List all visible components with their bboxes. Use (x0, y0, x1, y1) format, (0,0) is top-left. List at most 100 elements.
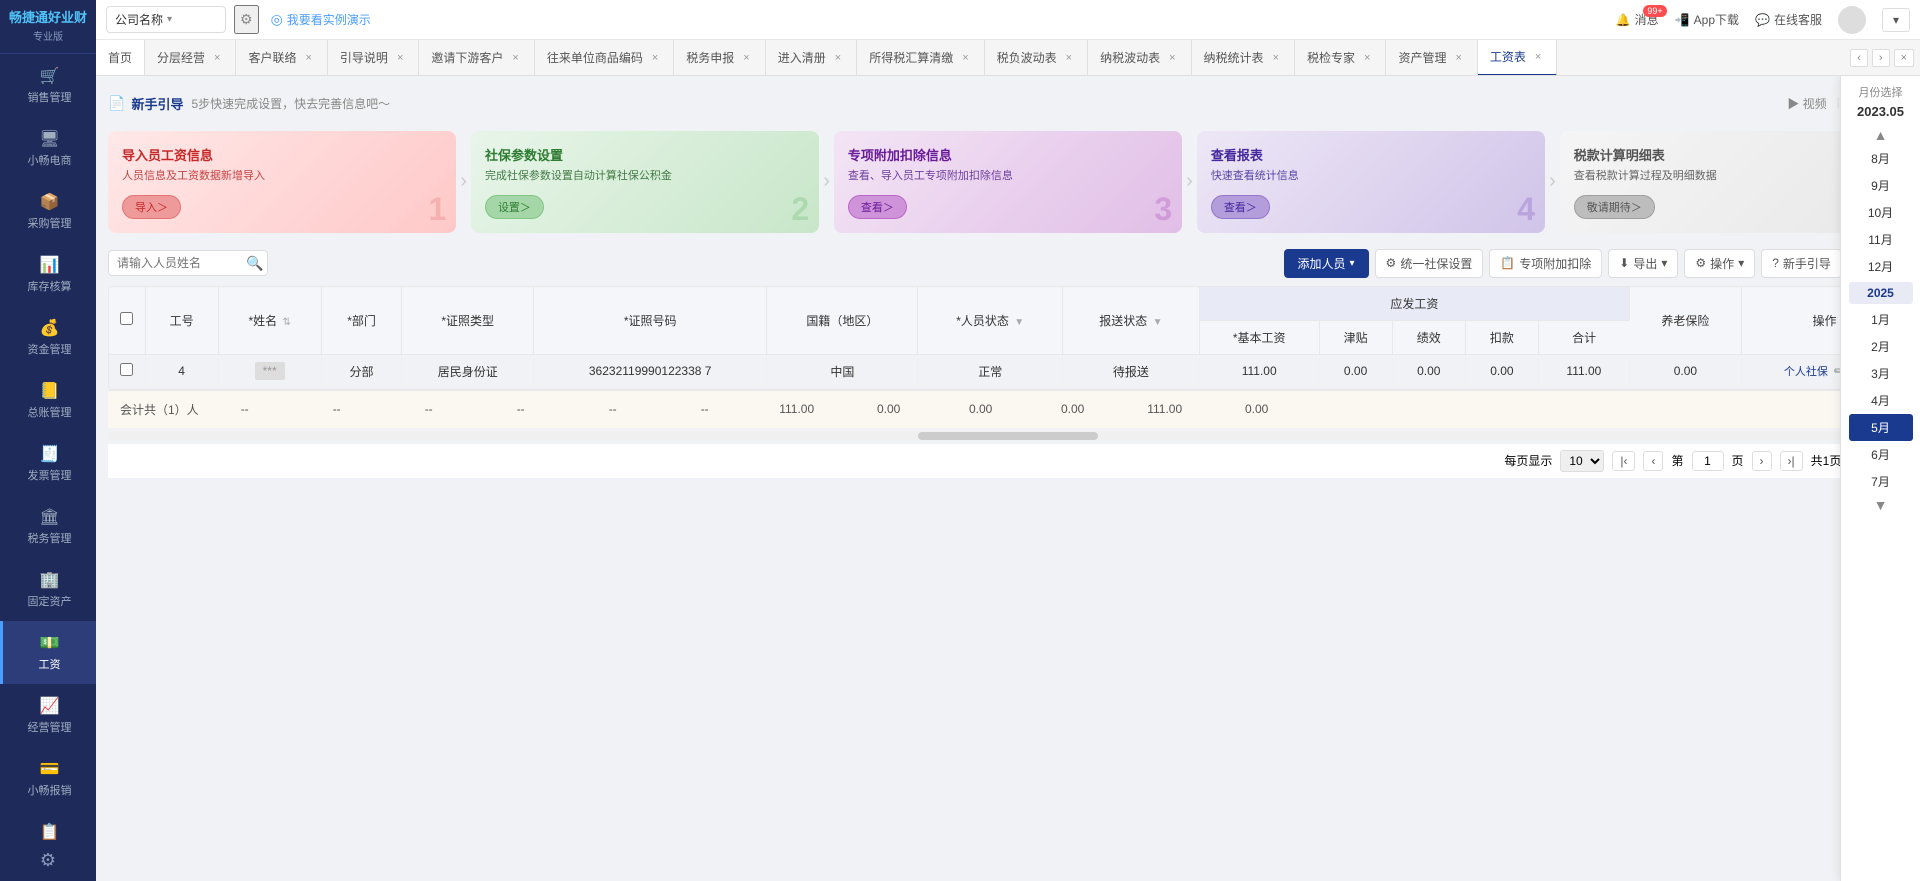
tab-clear-close[interactable]: × (832, 51, 844, 65)
tab-tax-expert[interactable]: 税检专家 × (1295, 40, 1386, 76)
tab-tax-count-close[interactable]: × (1270, 51, 1282, 65)
invoice-icon: 🧾 (11, 444, 88, 464)
month-item-7[interactable]: 7月 (1849, 468, 1913, 495)
month-scroll-up-button[interactable]: ▲ (1872, 125, 1890, 145)
sidebar-item-invoice[interactable]: 🧾 发票管理 (0, 432, 96, 495)
user-menu-button[interactable]: ▾ (1882, 8, 1910, 32)
user-avatar[interactable] (1838, 6, 1866, 34)
month-item-8[interactable]: 8月 (1849, 145, 1913, 172)
next-page-button[interactable]: › (1752, 451, 1772, 471)
month-item-10[interactable]: 10月 (1849, 199, 1913, 226)
sidebar-item-basic[interactable]: 📋 基础信息 (0, 810, 96, 840)
tab-guide[interactable]: 引导说明 × (328, 40, 419, 76)
tab-division-label: 分层经营 (157, 49, 205, 66)
page-size-select[interactable]: 10 20 50 (1560, 450, 1604, 472)
tab-goods[interactable]: 往来单位商品编码 × (535, 40, 674, 76)
notification-button[interactable]: 🔔 消息 99+ (1616, 11, 1659, 28)
special-deduction-button[interactable]: 📋 专项附加扣除 (1489, 249, 1602, 278)
gear-icon[interactable]: ⚙ (40, 850, 56, 870)
step-3-button[interactable]: 查看＞ (848, 195, 907, 219)
first-page-button[interactable]: |‹ (1612, 451, 1635, 471)
step-1-button[interactable]: 导入＞ (122, 195, 181, 219)
tab-tax-stat-close[interactable]: × (1166, 51, 1178, 65)
tab-asset-mgmt-close[interactable]: × (1452, 51, 1464, 65)
status-filter-icon[interactable]: ▼ (1014, 317, 1024, 328)
tab-customer[interactable]: 客户联络 × (236, 40, 327, 76)
tab-close-all-button[interactable]: × (1894, 49, 1914, 67)
sidebar-label-tax: 税务管理 (11, 530, 88, 546)
month-item-11[interactable]: 11月 (1849, 226, 1913, 253)
month-item-9[interactable]: 9月 (1849, 172, 1913, 199)
tab-home[interactable]: 首页 (96, 40, 145, 76)
guide-video-link[interactable]: ▶ 视频 (1787, 95, 1826, 112)
tab-division[interactable]: 分层经营 × (145, 40, 236, 76)
online-service-button[interactable]: 💬 在线客服 (1755, 11, 1822, 28)
sidebar-item-finance[interactable]: 💰 资金管理 (0, 306, 96, 369)
sidebar-item-ledger[interactable]: 📒 总账管理 (0, 369, 96, 432)
step-5-button[interactable]: 敬请期待＞ (1574, 195, 1655, 219)
new-guide-button[interactable]: ? 新手引导 (1761, 249, 1842, 278)
month-item-5[interactable]: 5月 (1849, 414, 1913, 441)
export-button[interactable]: ⬇ 导出 ▾ (1608, 249, 1678, 278)
month-item-6[interactable]: 6月 (1849, 441, 1913, 468)
operations-button[interactable]: ⚙ 操作 ▾ (1684, 249, 1755, 278)
month-scroll-down-button[interactable]: ▼ (1872, 495, 1890, 515)
report-filter-icon[interactable]: ▼ (1153, 317, 1163, 328)
month-item-2[interactable]: 2月 (1849, 333, 1913, 360)
tab-asset-mgmt[interactable]: 资产管理 × (1386, 40, 1477, 76)
tab-customer-close[interactable]: × (302, 51, 314, 65)
tab-tax-calc[interactable]: 所得税汇算清缴 × (857, 40, 984, 76)
sidebar-label-inventory: 库存核算 (11, 278, 88, 294)
prev-page-button[interactable]: ‹ (1643, 451, 1663, 471)
tab-next-button[interactable]: › (1872, 49, 1890, 67)
sidebar-item-tax[interactable]: 🏛 税务管理 (0, 495, 96, 558)
tab-tax-report[interactable]: 税务申报 × (674, 40, 765, 76)
search-button[interactable]: 🔍 (240, 251, 269, 276)
personal-insurance-link[interactable]: 个人社保 (1784, 363, 1828, 379)
sidebar-item-wage[interactable]: 💵 工资 (0, 621, 96, 684)
sidebar-item-purchase[interactable]: 📦 采购管理 (0, 180, 96, 243)
row-checkbox[interactable] (120, 363, 133, 376)
tab-goods-close[interactable]: × (649, 51, 661, 65)
sidebar-item-fixed[interactable]: 🏢 固定资产 (0, 558, 96, 621)
tab-prev-button[interactable]: ‹ (1850, 49, 1868, 67)
tab-guide-close[interactable]: × (394, 51, 406, 65)
tab-tax-calc-close[interactable]: × (959, 51, 971, 65)
tab-tax-stat[interactable]: 纳税波动表 × (1088, 40, 1191, 76)
tab-invite[interactable]: 邀请下游客户 × (419, 40, 534, 76)
unified-settings-button[interactable]: ⚙ 统一社保设置 (1375, 249, 1484, 278)
step-2-button[interactable]: 设置＞ (485, 195, 544, 219)
company-selector[interactable]: 公司名称 ▾ (106, 6, 226, 33)
sidebar-item-operation[interactable]: 📈 经营管理 (0, 684, 96, 747)
tab-invite-close[interactable]: × (509, 51, 521, 65)
last-page-button[interactable]: ›| (1780, 451, 1803, 471)
sidebar-item-marketing[interactable]: 💳 小畅报销 (0, 747, 96, 810)
tab-wage-table-close[interactable]: × (1532, 50, 1544, 64)
tab-wage-table[interactable]: 工资表 × (1478, 40, 1557, 76)
tab-division-close[interactable]: × (211, 51, 223, 65)
table-header-nationality: 国籍（地区） (767, 287, 918, 355)
sidebar-item-sales[interactable]: 🛒 销售管理 (0, 54, 96, 117)
month-item-1[interactable]: 1月 (1849, 306, 1913, 333)
scrollbar-thumb[interactable] (918, 432, 1098, 440)
demo-button[interactable]: ◎ 我要看实例演示 (271, 11, 371, 28)
month-item-3[interactable]: 3月 (1849, 360, 1913, 387)
tab-clear[interactable]: 进入清册 × (766, 40, 857, 76)
tab-tax-red-close[interactable]: × (1063, 51, 1075, 65)
page-input[interactable] (1692, 451, 1724, 471)
app-download-button[interactable]: 📲 App下载 (1675, 11, 1739, 28)
month-item-12[interactable]: 12月 (1849, 253, 1913, 280)
month-item-4[interactable]: 4月 (1849, 387, 1913, 414)
tab-tax-report-close[interactable]: × (740, 51, 752, 65)
step-4-button[interactable]: 查看＞ (1211, 195, 1270, 219)
tab-tax-expert-close[interactable]: × (1361, 51, 1373, 65)
add-person-button[interactable]: 添加人员 ▾ (1284, 249, 1369, 278)
tab-tax-red[interactable]: 税负波动表 × (985, 40, 1088, 76)
sidebar-item-inventory[interactable]: 📊 库存核算 (0, 243, 96, 306)
sidebar-item-ecommerce[interactable]: 🖥 小畅电商 (0, 117, 96, 180)
select-all-checkbox[interactable] (120, 312, 133, 325)
name-sort-icon[interactable]: ⇅ (282, 317, 290, 328)
tab-tax-count[interactable]: 纳税统计表 × (1192, 40, 1295, 76)
settings-button[interactable]: ⚙ (234, 5, 259, 34)
scrollbar-track[interactable] (108, 432, 1908, 440)
